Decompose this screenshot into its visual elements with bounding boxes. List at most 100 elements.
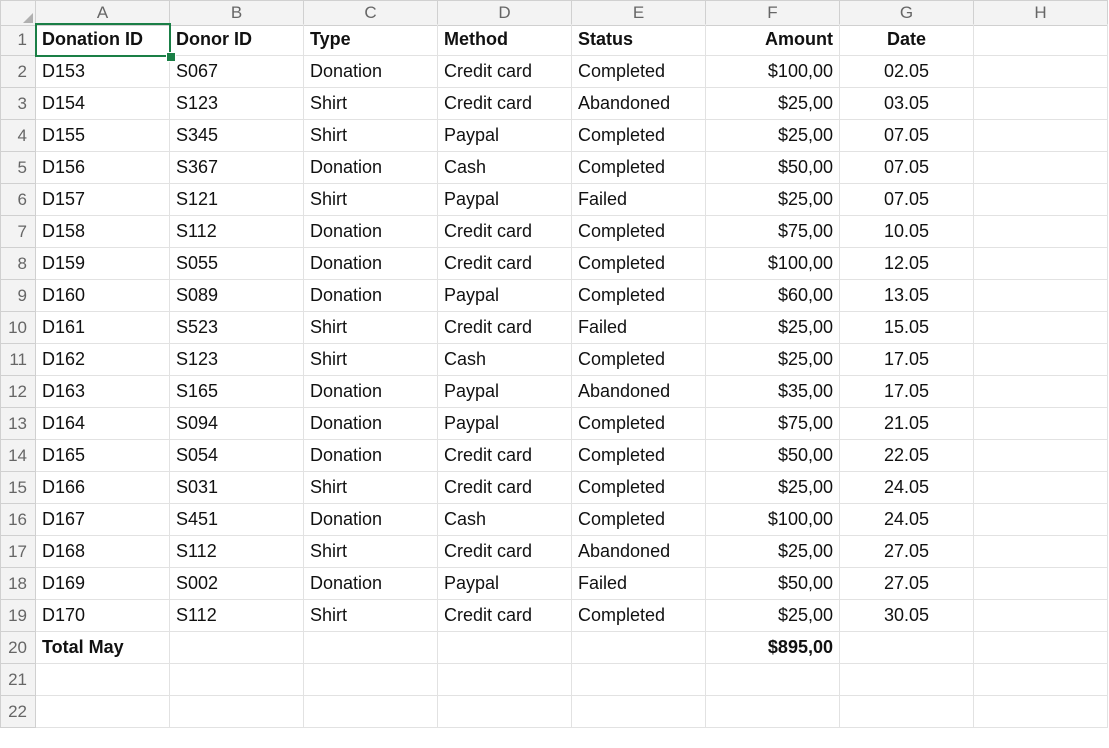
row-header-3[interactable]: 3 bbox=[0, 88, 36, 120]
data-cell[interactable]: D160 bbox=[36, 280, 170, 312]
data-cell[interactable]: $100,00 bbox=[706, 248, 840, 280]
data-cell[interactable]: 30.05 bbox=[840, 600, 974, 632]
data-cell[interactable]: Shirt bbox=[304, 312, 438, 344]
data-cell[interactable] bbox=[974, 312, 1108, 344]
data-cell[interactable]: S031 bbox=[170, 472, 304, 504]
data-cell[interactable]: 17.05 bbox=[840, 344, 974, 376]
data-cell[interactable] bbox=[974, 184, 1108, 216]
data-cell[interactable]: Shirt bbox=[304, 120, 438, 152]
data-cell[interactable] bbox=[974, 248, 1108, 280]
row-header-22[interactable]: 22 bbox=[0, 696, 36, 728]
header-cell[interactable]: Method bbox=[438, 24, 572, 56]
data-cell[interactable] bbox=[974, 568, 1108, 600]
row-header-1[interactable]: 1 bbox=[0, 24, 36, 56]
data-cell[interactable]: $50,00 bbox=[706, 152, 840, 184]
row-header-16[interactable]: 16 bbox=[0, 504, 36, 536]
data-cell[interactable]: D154 bbox=[36, 88, 170, 120]
cell[interactable] bbox=[974, 664, 1108, 696]
data-cell[interactable]: 07.05 bbox=[840, 120, 974, 152]
total-amount[interactable]: $895,00 bbox=[706, 632, 840, 664]
data-cell[interactable]: D157 bbox=[36, 184, 170, 216]
data-cell[interactable]: 15.05 bbox=[840, 312, 974, 344]
data-cell[interactable]: D170 bbox=[36, 600, 170, 632]
data-cell[interactable]: Credit card bbox=[438, 88, 572, 120]
header-cell[interactable]: Date bbox=[840, 24, 974, 56]
data-cell[interactable]: Abandoned bbox=[572, 536, 706, 568]
data-cell[interactable]: Completed bbox=[572, 280, 706, 312]
data-cell[interactable]: Completed bbox=[572, 216, 706, 248]
data-cell[interactable]: Credit card bbox=[438, 440, 572, 472]
column-header-A[interactable]: A bbox=[36, 0, 170, 26]
data-cell[interactable]: Donation bbox=[304, 280, 438, 312]
data-cell[interactable]: Credit card bbox=[438, 472, 572, 504]
data-cell[interactable]: Completed bbox=[572, 120, 706, 152]
select-all-corner[interactable] bbox=[0, 0, 36, 26]
data-cell[interactable] bbox=[974, 376, 1108, 408]
data-cell[interactable] bbox=[974, 152, 1108, 184]
cell[interactable] bbox=[170, 696, 304, 728]
data-cell[interactable]: Cash bbox=[438, 504, 572, 536]
data-cell[interactable]: Credit card bbox=[438, 600, 572, 632]
cell[interactable] bbox=[304, 696, 438, 728]
data-cell[interactable]: Donation bbox=[304, 56, 438, 88]
data-cell[interactable]: D161 bbox=[36, 312, 170, 344]
data-cell[interactable]: 21.05 bbox=[840, 408, 974, 440]
cell[interactable] bbox=[840, 664, 974, 696]
data-cell[interactable]: Shirt bbox=[304, 344, 438, 376]
data-cell[interactable]: Credit card bbox=[438, 536, 572, 568]
data-cell[interactable]: $25,00 bbox=[706, 344, 840, 376]
data-cell[interactable]: S089 bbox=[170, 280, 304, 312]
data-cell[interactable]: Shirt bbox=[304, 184, 438, 216]
data-cell[interactable]: Completed bbox=[572, 152, 706, 184]
cell[interactable] bbox=[438, 664, 572, 696]
data-cell[interactable]: S451 bbox=[170, 504, 304, 536]
data-cell[interactable]: Cash bbox=[438, 152, 572, 184]
data-cell[interactable]: D156 bbox=[36, 152, 170, 184]
header-cell[interactable]: Status bbox=[572, 24, 706, 56]
cell[interactable] bbox=[36, 664, 170, 696]
row-header-10[interactable]: 10 bbox=[0, 312, 36, 344]
cell[interactable] bbox=[304, 632, 438, 664]
data-cell[interactable]: Credit card bbox=[438, 56, 572, 88]
column-header-H[interactable]: H bbox=[974, 0, 1108, 26]
data-cell[interactable]: Cash bbox=[438, 344, 572, 376]
data-cell[interactable]: 17.05 bbox=[840, 376, 974, 408]
row-header-5[interactable]: 5 bbox=[0, 152, 36, 184]
data-cell[interactable] bbox=[974, 440, 1108, 472]
row-header-20[interactable]: 20 bbox=[0, 632, 36, 664]
column-header-C[interactable]: C bbox=[304, 0, 438, 26]
data-cell[interactable]: Shirt bbox=[304, 600, 438, 632]
cell[interactable] bbox=[840, 632, 974, 664]
data-cell[interactable]: $25,00 bbox=[706, 312, 840, 344]
data-cell[interactable]: Failed bbox=[572, 184, 706, 216]
data-cell[interactable]: D158 bbox=[36, 216, 170, 248]
data-cell[interactable]: Credit card bbox=[438, 312, 572, 344]
data-cell[interactable]: S112 bbox=[170, 216, 304, 248]
header-cell[interactable] bbox=[974, 24, 1108, 56]
data-cell[interactable]: 07.05 bbox=[840, 184, 974, 216]
data-cell[interactable] bbox=[974, 120, 1108, 152]
row-header-14[interactable]: 14 bbox=[0, 440, 36, 472]
data-cell[interactable]: $25,00 bbox=[706, 184, 840, 216]
data-cell[interactable]: D162 bbox=[36, 344, 170, 376]
cell[interactable] bbox=[438, 632, 572, 664]
header-cell[interactable]: Amount bbox=[706, 24, 840, 56]
data-cell[interactable]: $50,00 bbox=[706, 568, 840, 600]
data-cell[interactable]: Donation bbox=[304, 504, 438, 536]
data-cell[interactable]: 22.05 bbox=[840, 440, 974, 472]
column-header-F[interactable]: F bbox=[706, 0, 840, 26]
data-cell[interactable]: S067 bbox=[170, 56, 304, 88]
data-cell[interactable] bbox=[974, 504, 1108, 536]
column-header-G[interactable]: G bbox=[840, 0, 974, 26]
data-cell[interactable]: 02.05 bbox=[840, 56, 974, 88]
data-cell[interactable]: Completed bbox=[572, 504, 706, 536]
row-header-4[interactable]: 4 bbox=[0, 120, 36, 152]
header-cell[interactable]: Donor ID bbox=[170, 24, 304, 56]
data-cell[interactable]: Paypal bbox=[438, 120, 572, 152]
cell[interactable] bbox=[304, 664, 438, 696]
data-cell[interactable]: Donation bbox=[304, 248, 438, 280]
fill-handle[interactable] bbox=[166, 52, 176, 62]
data-cell[interactable]: Donation bbox=[304, 376, 438, 408]
row-header-15[interactable]: 15 bbox=[0, 472, 36, 504]
data-cell[interactable]: D169 bbox=[36, 568, 170, 600]
